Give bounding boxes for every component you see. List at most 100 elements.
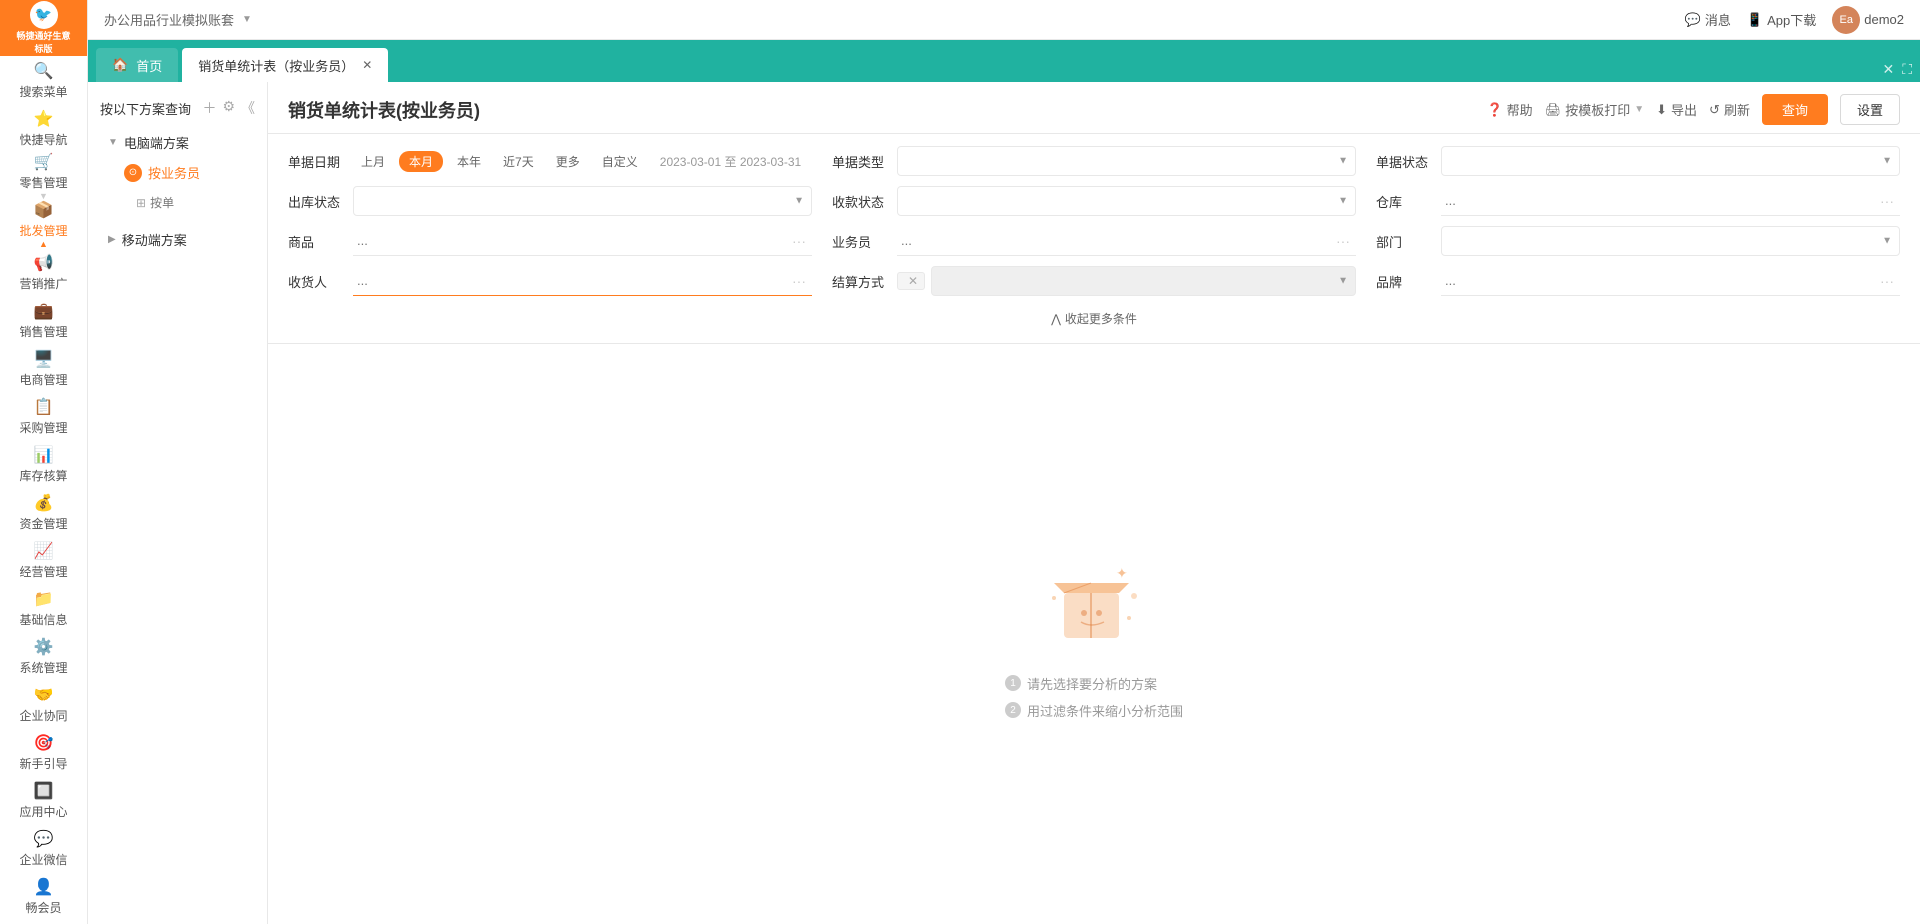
warehouse-input[interactable] xyxy=(1441,186,1900,216)
sidebar-label-search-menu: 搜索菜单 xyxy=(19,83,67,100)
sidebar-item-quick-nav[interactable]: ⭐ 快捷导航 xyxy=(0,104,88,152)
sidebar-item-basic-info[interactable]: 📁 基础信息 xyxy=(0,584,88,632)
department-select[interactable] xyxy=(1441,226,1900,256)
filter-doc-type: 单据类型 ▼ xyxy=(832,146,1356,176)
filter-row-3: 商品 ··· 业务员 ··· xyxy=(288,226,1900,256)
date-tab-last-month[interactable]: 上月 xyxy=(353,151,393,172)
receiver-input[interactable] xyxy=(353,266,812,296)
scheme-actions: ＋ ⚙ 《 xyxy=(202,98,255,118)
ecommerce-icon: 🖥️ xyxy=(34,349,54,369)
empty-tip-2: 2 用过滤条件来缩小分析范围 xyxy=(1005,701,1183,720)
refresh-btn[interactable]: ↺ 刷新 xyxy=(1709,100,1750,119)
template-print-btn[interactable]: 🖨 按模板打印 ▼ xyxy=(1545,100,1644,119)
sidebar-label-operations: 经营管理 xyxy=(19,563,67,580)
scheme-collapse-icon[interactable]: 《 xyxy=(241,98,255,118)
tab-sales-stat[interactable]: 销货单统计表（按业务员） ✕ xyxy=(182,48,388,82)
scheme-sub-item-by-order[interactable]: ⊞ 按单 xyxy=(88,188,267,217)
sidebar-label-sales-mgmt: 销售管理 xyxy=(19,323,67,340)
template-print-label: 按模板打印 xyxy=(1565,100,1630,119)
date-tab-this-month[interactable]: 本月 xyxy=(399,151,443,172)
app-download-btn[interactable]: 📱 App下载 xyxy=(1747,10,1816,29)
date-tab-more[interactable]: 更多 xyxy=(548,151,588,172)
tab-close-icon[interactable]: ✕ xyxy=(362,58,372,72)
sidebar-item-search-menu[interactable]: 🔍 搜索菜单 xyxy=(0,56,88,104)
sidebar-label-member: 畅会员 xyxy=(25,899,61,916)
date-tab-7days[interactable]: 近7天 xyxy=(495,151,542,172)
product-dropdown-arrow-icon[interactable]: ▼ xyxy=(242,14,252,25)
app-name: 畅捷通好生意 xyxy=(16,31,70,43)
query-button[interactable]: 查询 xyxy=(1762,94,1828,125)
receiver-dots-icon[interactable]: ··· xyxy=(792,273,806,289)
sidebar-item-operations[interactable]: 📈 经营管理 xyxy=(0,536,88,584)
tab-home-label: 首页 xyxy=(136,56,162,75)
scheme-settings-icon[interactable]: ⚙ xyxy=(222,98,235,118)
sidebar-item-sales-mgmt[interactable]: 💼 销售管理 xyxy=(0,296,88,344)
filter-warehouse: 仓库 ··· xyxy=(1376,186,1900,216)
settlement-tag-remove-icon[interactable]: ✕ xyxy=(908,274,918,288)
scheme-group-desktop-label: 电脑端方案 xyxy=(124,133,189,152)
receipt-status-select[interactable] xyxy=(897,186,1356,216)
sidebar-item-wholesale[interactable]: 📦 批发管理 ▲ xyxy=(0,200,88,248)
help-icon: ❓ xyxy=(1486,102,1502,118)
settlement-select[interactable] xyxy=(931,266,1356,296)
scheme-add-btn[interactable]: ＋ xyxy=(202,98,216,118)
out-status-select[interactable] xyxy=(353,186,812,216)
message-icon: 💬 xyxy=(1685,12,1701,28)
doc-status-select[interactable] xyxy=(1441,146,1900,176)
department-control: ▼ xyxy=(1441,226,1900,256)
tab-close-all-icon[interactable]: ✕ xyxy=(1882,61,1894,78)
finance-icon: 💰 xyxy=(34,493,54,513)
scheme-group-mobile: ▶ 移动端方案 xyxy=(88,221,267,258)
sidebar-item-member[interactable]: 👤 畅会员 xyxy=(0,872,88,920)
doc-type-select[interactable] xyxy=(897,146,1356,176)
sidebar-item-app-center[interactable]: 🔲 应用中心 xyxy=(0,776,88,824)
right-panel: 销货单统计表(按业务员) ❓ 帮助 🖨 按模板打印 ▼ ⬇ 导出 xyxy=(268,82,1920,924)
sidebar-item-marketing[interactable]: 📢 营销推广 xyxy=(0,248,88,296)
collapse-filters-btn[interactable]: ⋀ 收起更多条件 xyxy=(288,306,1900,331)
brand-dots-icon[interactable]: ··· xyxy=(1880,273,1894,289)
scheme-group-mobile-header[interactable]: ▶ 移动端方案 xyxy=(88,225,267,254)
out-status-label: 出库状态 xyxy=(288,192,353,211)
sidebar-label-purchase: 采购管理 xyxy=(19,419,67,436)
scheme-panel-title: 按以下方案查询 xyxy=(100,99,191,118)
sidebar-item-purchase[interactable]: 📋 采购管理 xyxy=(0,392,88,440)
username: demo2 xyxy=(1864,12,1904,27)
sidebar-item-inventory[interactable]: 📊 库存核算 xyxy=(0,440,88,488)
warehouse-dots-icon[interactable]: ··· xyxy=(1880,193,1894,209)
date-tab-this-year[interactable]: 本年 xyxy=(449,151,489,172)
page-header: 销货单统计表(按业务员) ❓ 帮助 🖨 按模板打印 ▼ ⬇ 导出 xyxy=(268,82,1920,134)
scheme-item-by-salesperson[interactable]: ⊙ 按业务员 xyxy=(88,157,267,188)
user-profile[interactable]: Ea demo2 xyxy=(1832,6,1904,34)
sidebar-item-ecommerce[interactable]: 🖥️ 电商管理 xyxy=(0,344,88,392)
product-dots-icon[interactable]: ··· xyxy=(792,233,806,249)
settings-button[interactable]: 设置 xyxy=(1840,94,1900,125)
sidebar-item-system[interactable]: ⚙️ 系统管理 xyxy=(0,632,88,680)
mobile-group-arrow-icon: ▶ xyxy=(108,234,116,245)
brand-input[interactable] xyxy=(1441,266,1900,296)
export-btn[interactable]: ⬇ 导出 xyxy=(1656,100,1697,119)
main-area: 办公用品行业模拟账套 ▼ 💬 消息 📱 App下载 Ea demo2 🏠 首页 … xyxy=(88,0,1920,924)
sidebar-label-enterprise-wechat: 企业微信 xyxy=(19,851,67,868)
print-icon: 🖨 xyxy=(1545,102,1562,118)
newbie-icon: 🎯 xyxy=(34,733,54,753)
sidebar-label-ecommerce: 电商管理 xyxy=(19,371,67,388)
sidebar-item-retail[interactable]: 🛒 零售管理 ▼ xyxy=(0,152,88,200)
sidebar-label-retail: 零售管理 xyxy=(19,174,67,191)
product-input[interactable] xyxy=(353,226,812,256)
tab-home[interactable]: 🏠 首页 xyxy=(96,48,178,82)
department-label: 部门 xyxy=(1376,232,1441,251)
tab-maximize-icon[interactable]: ⛶ xyxy=(1902,61,1912,78)
sidebar-item-cooperation[interactable]: 🤝 企业协同 xyxy=(0,680,88,728)
sidebar-item-enterprise-wechat[interactable]: 💬 企业微信 xyxy=(0,824,88,872)
app-subtitle: 标版 xyxy=(34,42,52,55)
sidebar-item-finance[interactable]: 💰 资金管理 xyxy=(0,488,88,536)
help-btn[interactable]: ❓ 帮助 xyxy=(1486,100,1532,119)
message-btn[interactable]: 💬 消息 xyxy=(1685,10,1731,29)
salesperson-dots-icon[interactable]: ··· xyxy=(1336,233,1350,249)
tip-num-1: 1 xyxy=(1005,675,1021,691)
salesperson-input[interactable] xyxy=(897,226,1356,256)
date-tab-custom[interactable]: 自定义 xyxy=(594,151,646,172)
page-title: 销货单统计表(按业务员) xyxy=(288,97,480,123)
sidebar-item-newbie[interactable]: 🎯 新手引导 xyxy=(0,728,88,776)
scheme-group-desktop-header[interactable]: ▼ 电脑端方案 xyxy=(88,128,267,157)
